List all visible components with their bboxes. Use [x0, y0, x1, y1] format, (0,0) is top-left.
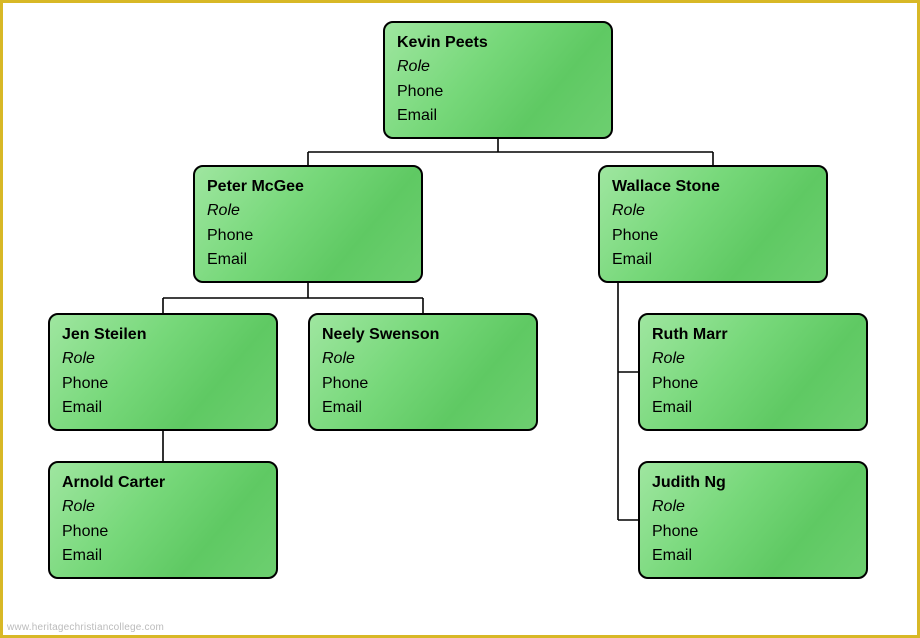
node-phone: Phone	[62, 374, 264, 395]
node-phone: Phone	[652, 374, 854, 395]
node-neely-swenson: Neely Swenson Role Phone Email	[308, 313, 538, 431]
node-phone: Phone	[397, 82, 599, 103]
node-jen-steilen: Jen Steilen Role Phone Email	[48, 313, 278, 431]
node-judith-ng: Judith Ng Role Phone Email	[638, 461, 868, 579]
node-phone: Phone	[322, 374, 524, 395]
node-name: Jen Steilen	[62, 325, 264, 346]
node-peter-mcgee: Peter McGee Role Phone Email	[193, 165, 423, 283]
node-email: Email	[652, 546, 854, 567]
node-name: Wallace Stone	[612, 177, 814, 198]
node-name: Judith Ng	[652, 473, 854, 494]
node-name: Ruth Marr	[652, 325, 854, 346]
node-role: Role	[207, 201, 409, 222]
node-email: Email	[207, 250, 409, 271]
node-phone: Phone	[612, 226, 814, 247]
node-email: Email	[612, 250, 814, 271]
node-role: Role	[62, 349, 264, 370]
node-role: Role	[652, 497, 854, 518]
node-arnold-carter: Arnold Carter Role Phone Email	[48, 461, 278, 579]
node-name: Neely Swenson	[322, 325, 524, 346]
node-name: Peter McGee	[207, 177, 409, 198]
node-name: Arnold Carter	[62, 473, 264, 494]
node-phone: Phone	[207, 226, 409, 247]
node-email: Email	[62, 546, 264, 567]
watermark: www.heritagechristiancollege.com	[7, 622, 164, 633]
node-role: Role	[322, 349, 524, 370]
org-chart-frame: Kevin Peets Role Phone Email Peter McGee…	[0, 0, 920, 638]
node-role: Role	[397, 57, 599, 78]
node-email: Email	[322, 398, 524, 419]
node-role: Role	[652, 349, 854, 370]
node-wallace-stone: Wallace Stone Role Phone Email	[598, 165, 828, 283]
node-role: Role	[612, 201, 814, 222]
node-phone: Phone	[652, 522, 854, 543]
node-name: Kevin Peets	[397, 33, 599, 54]
node-ruth-marr: Ruth Marr Role Phone Email	[638, 313, 868, 431]
node-email: Email	[652, 398, 854, 419]
node-phone: Phone	[62, 522, 264, 543]
node-kevin-peets: Kevin Peets Role Phone Email	[383, 21, 613, 139]
node-email: Email	[62, 398, 264, 419]
node-role: Role	[62, 497, 264, 518]
node-email: Email	[397, 106, 599, 127]
